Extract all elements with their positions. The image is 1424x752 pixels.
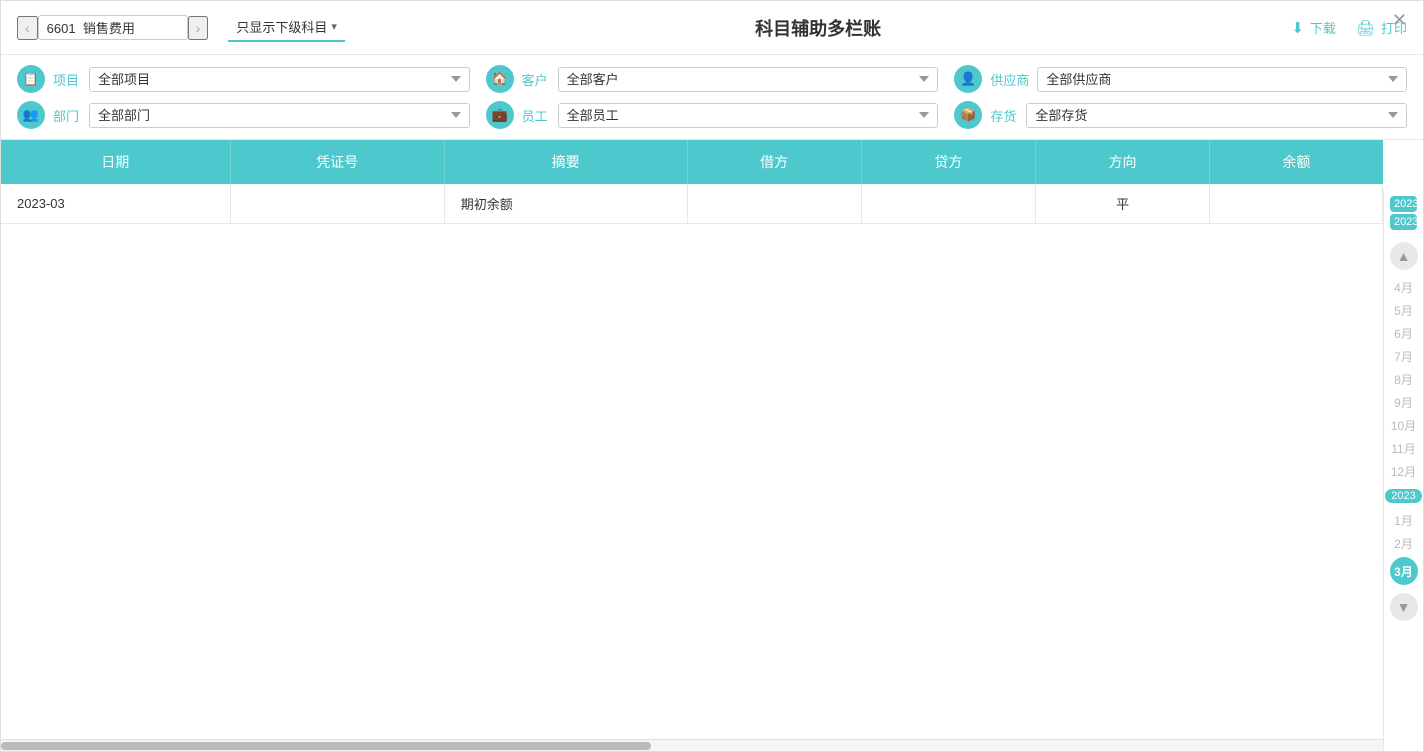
filter-department-row: 👥 部门 全部部门: [17, 101, 470, 129]
cell-direction: 平: [1035, 184, 1209, 224]
timeline-month-6[interactable]: 6月: [1384, 322, 1423, 345]
timeline-month-4[interactable]: 4月: [1384, 276, 1423, 299]
download-button[interactable]: ⬇ 下载: [1291, 18, 1336, 37]
show-sub-dropdown[interactable]: 只显示下级科目 ▾: [228, 13, 345, 42]
cell-credit: [861, 184, 1035, 224]
customer-select[interactable]: 全部客户: [558, 67, 939, 92]
timeline-scroll-down[interactable]: ▼: [1390, 593, 1418, 621]
cell-balance: [1210, 184, 1383, 224]
chevron-up-icon: ▲: [1397, 248, 1411, 264]
data-table: 日期 凭证号 摘要 借方 贷方 方向 余额 2023-03 期初余额: [1, 140, 1383, 224]
inventory-icon: 📦: [954, 101, 982, 129]
inventory-label: 存货: [990, 106, 1018, 125]
employee-label: 员工: [522, 106, 550, 125]
supplier-label: 供应商: [990, 70, 1029, 89]
timeline-range-end[interactable]: 2023.03: [1390, 214, 1417, 230]
timeline-panel: 2023.03 2023.03 ▲ 4月 5月 6月 7月 8月 9月 10月 …: [1383, 190, 1423, 751]
col-debit: 借方: [687, 140, 861, 184]
col-direction: 方向: [1035, 140, 1209, 184]
toolbar-actions: ⬇ 下载 🖨 打印: [1291, 18, 1407, 37]
timeline-month-2[interactable]: 2月: [1384, 532, 1423, 555]
timeline-month-12[interactable]: 12月: [1384, 460, 1423, 483]
department-icon: 👥: [17, 101, 45, 129]
filter-customer-row: 🏠 客户 全部客户: [486, 65, 939, 93]
inventory-select[interactable]: 全部存货: [1026, 103, 1407, 128]
filter-supplier-row: 👤 供应商 全部供应商: [954, 65, 1407, 93]
col-summary: 摘要: [444, 140, 687, 184]
top-bar: ‹ › 只显示下级科目 ▾ 科目辅助多栏账 ⬇ 下载 🖨 打印 ✕: [1, 1, 1423, 55]
print-icon: 🖨: [1356, 19, 1375, 37]
account-code-input[interactable]: [38, 15, 188, 40]
cell-date: 2023-03: [1, 184, 230, 224]
project-icon: 📋: [17, 65, 45, 93]
timeline-month-1[interactable]: 1月: [1384, 509, 1423, 532]
timeline-month-3-active[interactable]: 3月: [1390, 557, 1418, 585]
timeline-months: 4月 5月 6月 7月 8月 9月 10月 11月 12月 2023 1月 2月…: [1384, 276, 1423, 587]
timeline-month-11[interactable]: 11月: [1384, 437, 1423, 460]
timeline-month-8[interactable]: 8月: [1384, 368, 1423, 391]
timeline-range-start[interactable]: 2023.03: [1390, 196, 1417, 212]
table-row[interactable]: 2023-03 期初余额 平: [1, 184, 1383, 224]
cell-voucher: [230, 184, 444, 224]
show-sub-label: 只显示下级科目: [236, 17, 327, 36]
timeline-month-10[interactable]: 10月: [1384, 414, 1423, 437]
supplier-icon: 👤: [954, 65, 982, 93]
download-label: 下载: [1310, 18, 1336, 37]
timeline-year-badge[interactable]: 2023: [1385, 489, 1421, 503]
main-window: ‹ › 只显示下级科目 ▾ 科目辅助多栏账 ⬇ 下载 🖨 打印 ✕ 📋 项目 全…: [0, 0, 1424, 752]
timeline-scroll-up[interactable]: ▲: [1390, 242, 1418, 270]
timeline-month-9[interactable]: 9月: [1384, 391, 1423, 414]
scrollbar-thumb[interactable]: [1, 742, 651, 750]
page-title: 科目辅助多栏账: [345, 15, 1291, 41]
table-header-row: 日期 凭证号 摘要 借方 贷方 方向 余额: [1, 140, 1383, 184]
chevron-down-icon: ▾: [331, 20, 337, 33]
horizontal-scrollbar[interactable]: [1, 739, 1383, 751]
filter-project-row: 📋 项目 全部项目: [17, 65, 470, 93]
cell-debit: [687, 184, 861, 224]
download-icon: ⬇: [1291, 19, 1304, 37]
filter-area: 📋 项目 全部项目 🏠 客户 全部客户 👤 供应商 全部供应商 👥 部门 全: [1, 55, 1423, 140]
customer-icon: 🏠: [486, 65, 514, 93]
col-credit: 贷方: [861, 140, 1035, 184]
col-date: 日期: [1, 140, 230, 184]
filter-employee-row: 💼 员工 全部员工: [486, 101, 939, 129]
supplier-select[interactable]: 全部供应商: [1037, 67, 1407, 92]
col-voucher: 凭证号: [230, 140, 444, 184]
filter-inventory-row: 📦 存货 全部存货: [954, 101, 1407, 129]
next-account-button[interactable]: ›: [188, 16, 209, 40]
timeline-month-5[interactable]: 5月: [1384, 299, 1423, 322]
prev-account-button[interactable]: ‹: [17, 16, 38, 40]
col-balance: 余额: [1210, 140, 1383, 184]
employee-icon: 💼: [486, 101, 514, 129]
timeline-month-7[interactable]: 7月: [1384, 345, 1423, 368]
close-button[interactable]: ✕: [1392, 11, 1407, 29]
cell-summary: 期初余额: [444, 184, 687, 224]
department-select[interactable]: 全部部门: [89, 103, 470, 128]
chevron-down-icon: ▼: [1397, 599, 1411, 615]
customer-label: 客户: [522, 70, 550, 89]
table-container: 日期 凭证号 摘要 借方 贷方 方向 余额 2023-03 期初余额: [1, 140, 1383, 739]
employee-select[interactable]: 全部员工: [558, 103, 939, 128]
project-label: 项目: [53, 70, 81, 89]
project-select[interactable]: 全部项目: [89, 67, 470, 92]
department-label: 部门: [53, 106, 81, 125]
